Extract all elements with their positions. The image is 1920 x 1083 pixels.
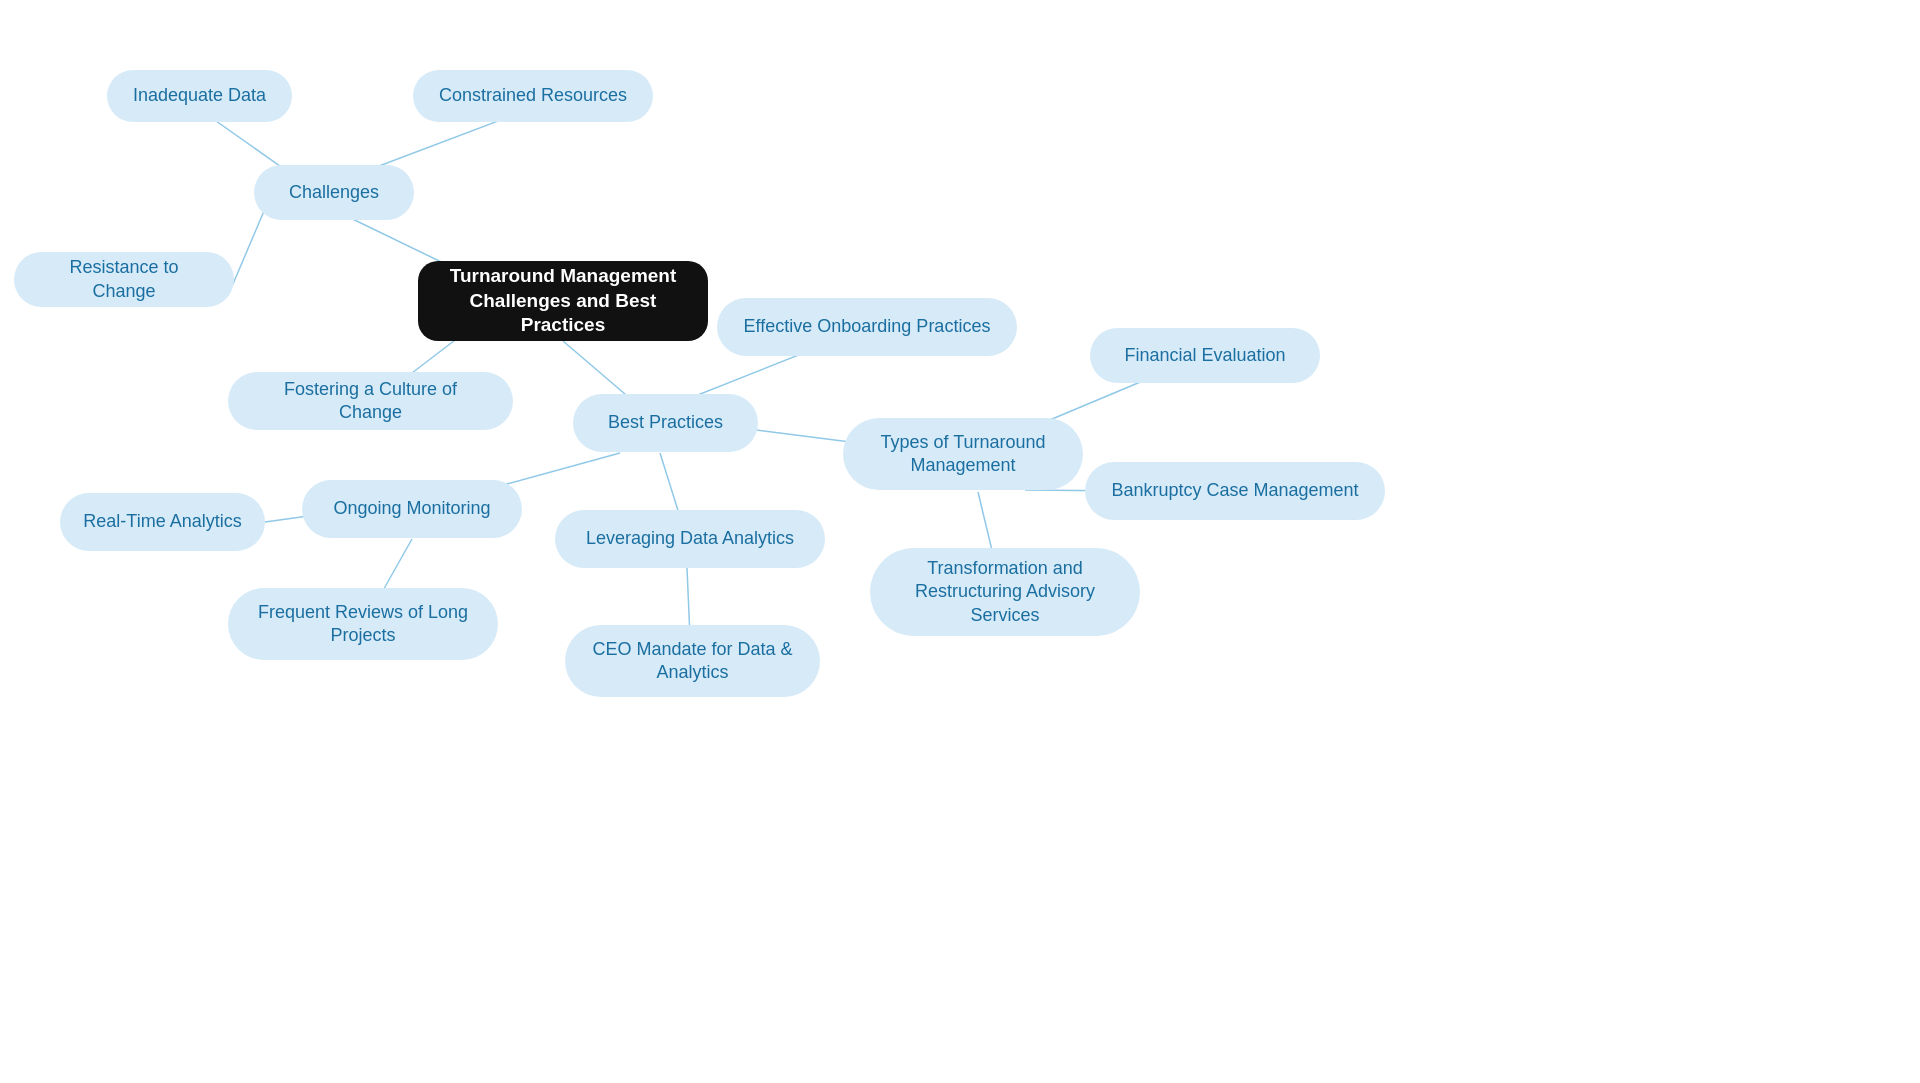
challenges-label: Challenges xyxy=(289,181,379,204)
svg-line-3 xyxy=(233,211,264,284)
financial-evaluation-node[interactable]: Financial Evaluation xyxy=(1090,328,1320,383)
ceo-mandate-label: CEO Mandate for Data & Analytics xyxy=(592,638,792,685)
leveraging-data-node[interactable]: Leveraging Data Analytics xyxy=(555,510,825,568)
fostering-culture-label: Fostering a Culture of Change xyxy=(250,378,491,425)
best-practices-node[interactable]: Best Practices xyxy=(573,394,758,452)
inadequate-data-label: Inadequate Data xyxy=(133,84,266,107)
transformation-label: Transformation and Restructuring Advisor… xyxy=(915,557,1095,627)
challenges-node[interactable]: Challenges xyxy=(254,165,414,220)
real-time-analytics-node[interactable]: Real-Time Analytics xyxy=(60,493,265,551)
types-turnaround-node[interactable]: Types of Turnaround Management xyxy=(843,418,1083,490)
ceo-mandate-node[interactable]: CEO Mandate for Data & Analytics xyxy=(565,625,820,697)
leveraging-data-label: Leveraging Data Analytics xyxy=(586,527,794,550)
ongoing-monitoring-label: Ongoing Monitoring xyxy=(333,497,490,520)
transformation-node[interactable]: Transformation and Restructuring Advisor… xyxy=(870,548,1140,636)
types-turnaround-label: Types of Turnaround Management xyxy=(880,431,1045,478)
fostering-culture-node[interactable]: Fostering a Culture of Change xyxy=(228,372,513,430)
effective-onboarding-label: Effective Onboarding Practices xyxy=(744,315,991,338)
bankruptcy-case-node[interactable]: Bankruptcy Case Management xyxy=(1085,462,1385,520)
effective-onboarding-node[interactable]: Effective Onboarding Practices xyxy=(717,298,1017,356)
frequent-reviews-label: Frequent Reviews of Long Projects xyxy=(258,601,468,648)
ongoing-monitoring-node[interactable]: Ongoing Monitoring xyxy=(302,480,522,538)
resistance-to-change-label: Resistance to Change xyxy=(36,256,212,303)
financial-evaluation-label: Financial Evaluation xyxy=(1124,344,1285,367)
center-label: Turnaround Management Challenges and Bes… xyxy=(440,264,686,338)
real-time-analytics-label: Real-Time Analytics xyxy=(83,510,241,533)
center-node[interactable]: Turnaround Management Challenges and Bes… xyxy=(418,261,708,341)
constrained-resources-label: Constrained Resources xyxy=(439,84,627,107)
resistance-to-change-node[interactable]: Resistance to Change xyxy=(14,252,234,307)
best-practices-label: Best Practices xyxy=(608,411,723,434)
inadequate-data-node[interactable]: Inadequate Data xyxy=(107,70,292,122)
bankruptcy-case-label: Bankruptcy Case Management xyxy=(1111,479,1358,502)
frequent-reviews-node[interactable]: Frequent Reviews of Long Projects xyxy=(228,588,498,660)
constrained-resources-node[interactable]: Constrained Resources xyxy=(413,70,653,122)
